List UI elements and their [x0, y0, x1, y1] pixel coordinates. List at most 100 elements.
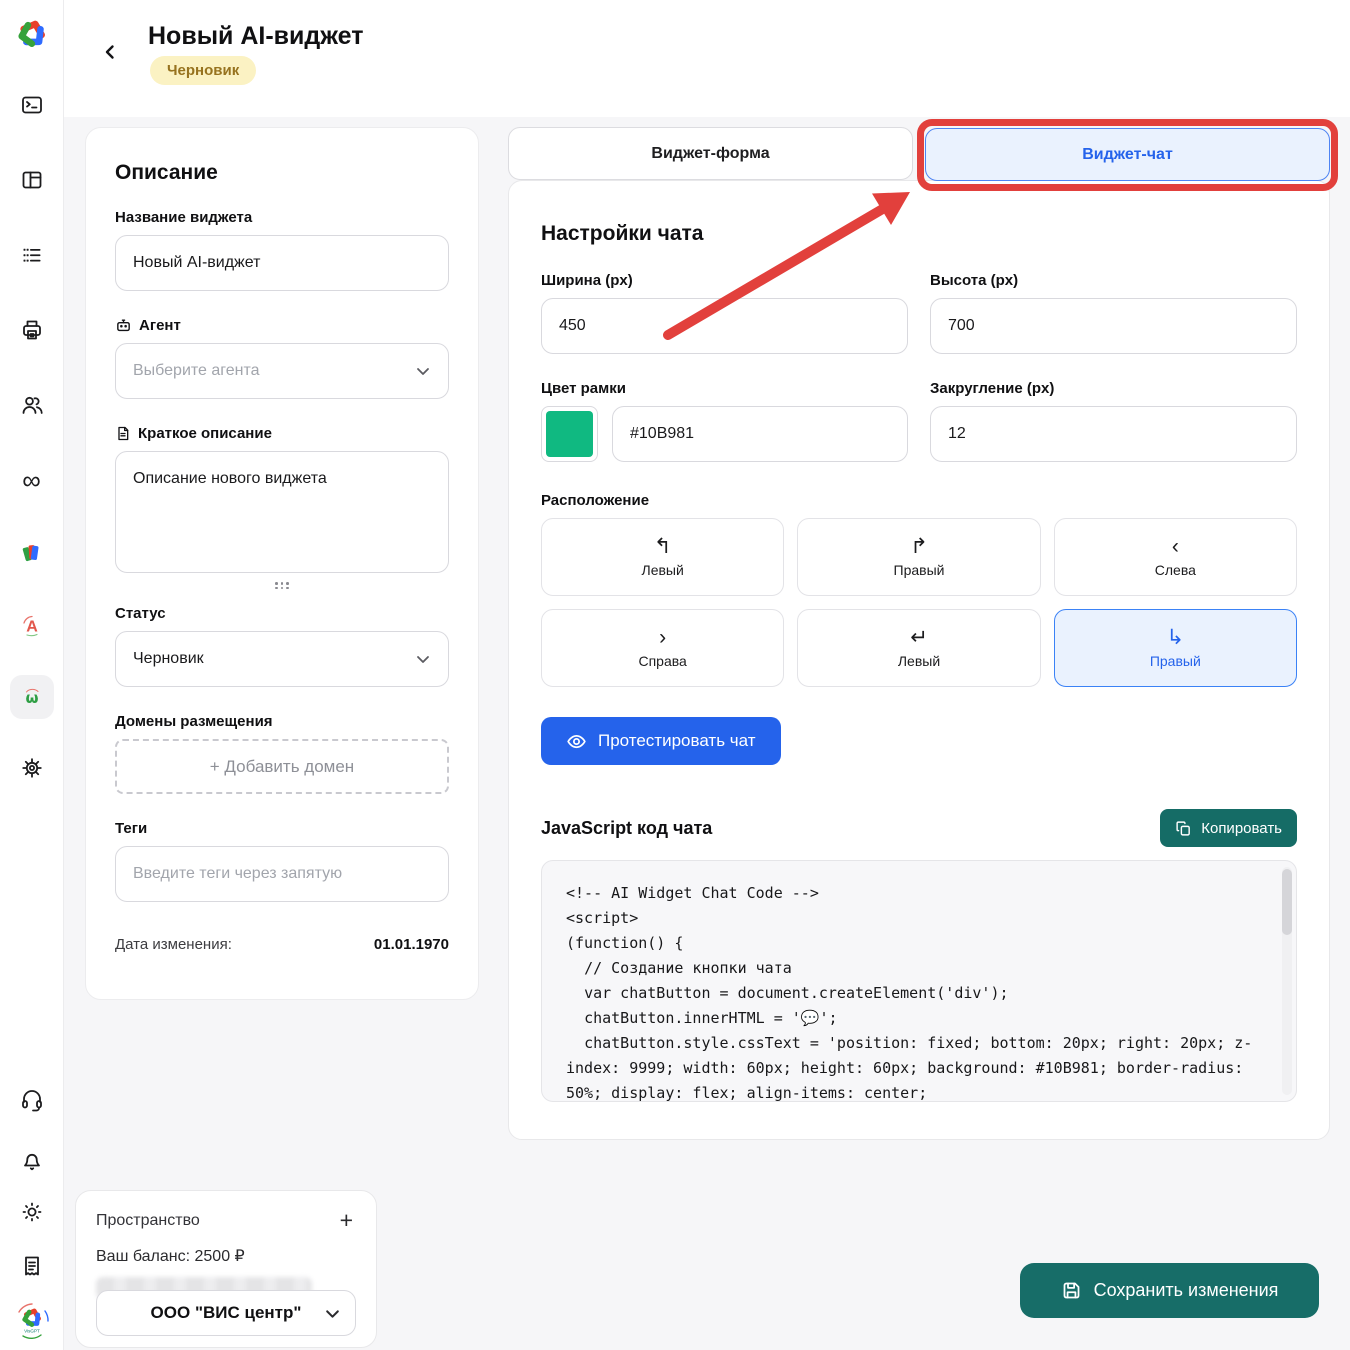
visgpt-logo-icon[interactable]: VisGPT	[10, 1298, 54, 1342]
eye-icon	[567, 734, 586, 748]
modified-date-row: Дата изменения: 01.01.1970	[115, 936, 449, 953]
position-bottom-left-button[interactable]: ↵ Левый	[797, 609, 1041, 687]
support-headset-icon[interactable]	[10, 1078, 54, 1122]
position-top-right-button[interactable]: ↱ Правый	[797, 518, 1041, 596]
radius-field: Закругление (px)	[930, 380, 1297, 462]
copy-icon	[1176, 820, 1191, 836]
description-title: Описание	[115, 161, 218, 184]
widgets-icon[interactable]: ω	[9, 675, 54, 719]
arrow-up-right-icon: ↱	[910, 535, 928, 558]
tab-widget-form[interactable]: Виджет-форма	[508, 127, 913, 180]
agent-label: Агент	[115, 317, 449, 334]
printer-icon[interactable]	[10, 308, 54, 352]
notifications-bell-icon[interactable]	[10, 1138, 54, 1182]
layout-icon[interactable]	[10, 158, 54, 202]
color-swatch[interactable]	[541, 406, 598, 462]
a-service-icon[interactable]: A	[10, 604, 54, 648]
border-color-field: Цвет рамки	[541, 380, 908, 462]
border-color-input[interactable]	[612, 406, 908, 462]
tags-input[interactable]	[115, 846, 449, 902]
width-input[interactable]	[541, 298, 908, 354]
save-changes-button[interactable]: Сохранить изменения	[1020, 1263, 1319, 1318]
add-space-button[interactable]: +	[337, 1209, 356, 1232]
status-select-value: Черновик	[133, 650, 204, 667]
space-panel: Пространство + Ваш баланс: 2500 ₽ ООО "В…	[75, 1190, 377, 1348]
border-color-label: Цвет рамки	[541, 380, 626, 397]
status-select[interactable]: Черновик	[115, 631, 449, 687]
code-title: JavaScript код чата	[541, 817, 713, 838]
books-icon[interactable]	[10, 531, 54, 575]
list-icon[interactable]	[10, 233, 54, 277]
svg-text:A: A	[26, 619, 38, 636]
infinity-icon[interactable]: ∞	[10, 458, 54, 502]
chevron-down-icon	[417, 656, 429, 663]
page-title: Новый AI-виджет	[148, 22, 364, 50]
chat-settings-panel: Настройки чата Ширина (px) Высота (px) Ц…	[508, 180, 1330, 1140]
theme-sun-icon[interactable]	[10, 1190, 54, 1234]
back-button[interactable]	[96, 38, 124, 66]
widget-name-input[interactable]	[115, 235, 449, 291]
domains-label: Домены размещения	[115, 713, 273, 730]
chat-code-content[interactable]: <!-- AI Widget Chat Code --> <script> (f…	[542, 861, 1296, 1101]
test-chat-button[interactable]: Протестировать чат	[541, 717, 781, 765]
organization-name: ООО "ВИС центр"	[150, 1303, 302, 1322]
agent-select-placeholder: Выберите агента	[133, 362, 260, 379]
radius-input[interactable]	[930, 406, 1297, 462]
modified-date-value: 01.01.1970	[373, 936, 449, 953]
position-right-button[interactable]: › Справа	[541, 609, 785, 687]
width-field: Ширина (px)	[541, 272, 908, 354]
height-field: Высота (px)	[930, 272, 1297, 354]
save-icon	[1063, 1282, 1079, 1299]
position-bottom-right-button[interactable]: ↳ Правый	[1053, 609, 1297, 687]
app-logo-icon[interactable]	[10, 12, 54, 56]
position-top-left-button[interactable]: ↰ Левый	[541, 518, 785, 596]
add-domain-button[interactable]: + Добавить домен	[115, 739, 449, 794]
document-icon	[118, 426, 129, 441]
arrow-down-right-icon: ↳	[1166, 626, 1185, 649]
height-input[interactable]	[930, 298, 1297, 354]
status-badge: Черновик	[150, 56, 257, 85]
billing-receipt-icon[interactable]	[10, 1244, 54, 1288]
position-options: ↰ Левый ↱ Правый ‹ Слева › Справа ↵ Левы…	[541, 518, 1297, 687]
widget-name-label: Название виджета	[115, 209, 253, 226]
code-scrollbar-thumb[interactable]	[1282, 869, 1292, 935]
app-logo-svg	[17, 20, 45, 48]
arrow-return-left-icon: ↵	[910, 626, 928, 649]
chevron-right-icon: ›	[659, 626, 667, 649]
radius-label: Закругление (px)	[930, 380, 1055, 397]
tab-widget-chat[interactable]: Виджет-чат	[925, 128, 1330, 181]
tags-label: Теги	[115, 820, 148, 837]
arrow-up-left-icon: ↰	[653, 535, 672, 558]
chevron-down-icon	[326, 1310, 339, 1318]
chevron-left-icon	[105, 45, 114, 59]
position-left-button[interactable]: ‹ Слева	[1053, 518, 1297, 596]
width-label: Ширина (px)	[541, 272, 633, 289]
short-description-label: Краткое описание	[115, 425, 449, 442]
copy-code-button[interactable]: Копировать	[1160, 809, 1297, 847]
code-scrollbar[interactable]	[1282, 867, 1292, 1095]
description-panel: Описание Название виджета Агент Выберите…	[85, 127, 479, 1000]
organization-select[interactable]: ООО "ВИС центр"	[96, 1290, 356, 1336]
status-label: Статус	[115, 605, 166, 622]
settings-gear-icon[interactable]	[10, 746, 54, 790]
sidebar: ∞ A ω VisGPT	[0, 0, 64, 1350]
modified-date-label: Дата изменения:	[115, 936, 232, 953]
agent-select[interactable]: Выберите агента	[115, 343, 449, 399]
svg-text:ω: ω	[25, 689, 38, 707]
space-title: Пространство	[96, 1211, 200, 1229]
visgpt-label: VisGPT	[24, 1329, 40, 1334]
chat-settings-title: Настройки чата	[541, 222, 704, 245]
position-label: Расположение	[541, 492, 650, 509]
height-label: Высота (px)	[930, 272, 1019, 289]
short-description-textarea[interactable]: Описание нового виджета	[115, 451, 449, 573]
resize-handle-icon[interactable]	[272, 582, 292, 589]
users-icon[interactable]	[10, 383, 54, 427]
chevron-down-icon	[417, 368, 429, 375]
header: Новый AI-виджет Черновик	[64, 0, 1350, 117]
robot-icon	[117, 319, 130, 332]
terminal-icon[interactable]	[10, 83, 54, 127]
chat-code-block: <!-- AI Widget Chat Code --> <script> (f…	[541, 860, 1297, 1102]
balance-text: Ваш баланс: 2500 ₽	[96, 1248, 245, 1265]
chevron-left-icon: ‹	[1171, 535, 1179, 558]
color-swatch-fill	[546, 411, 593, 457]
